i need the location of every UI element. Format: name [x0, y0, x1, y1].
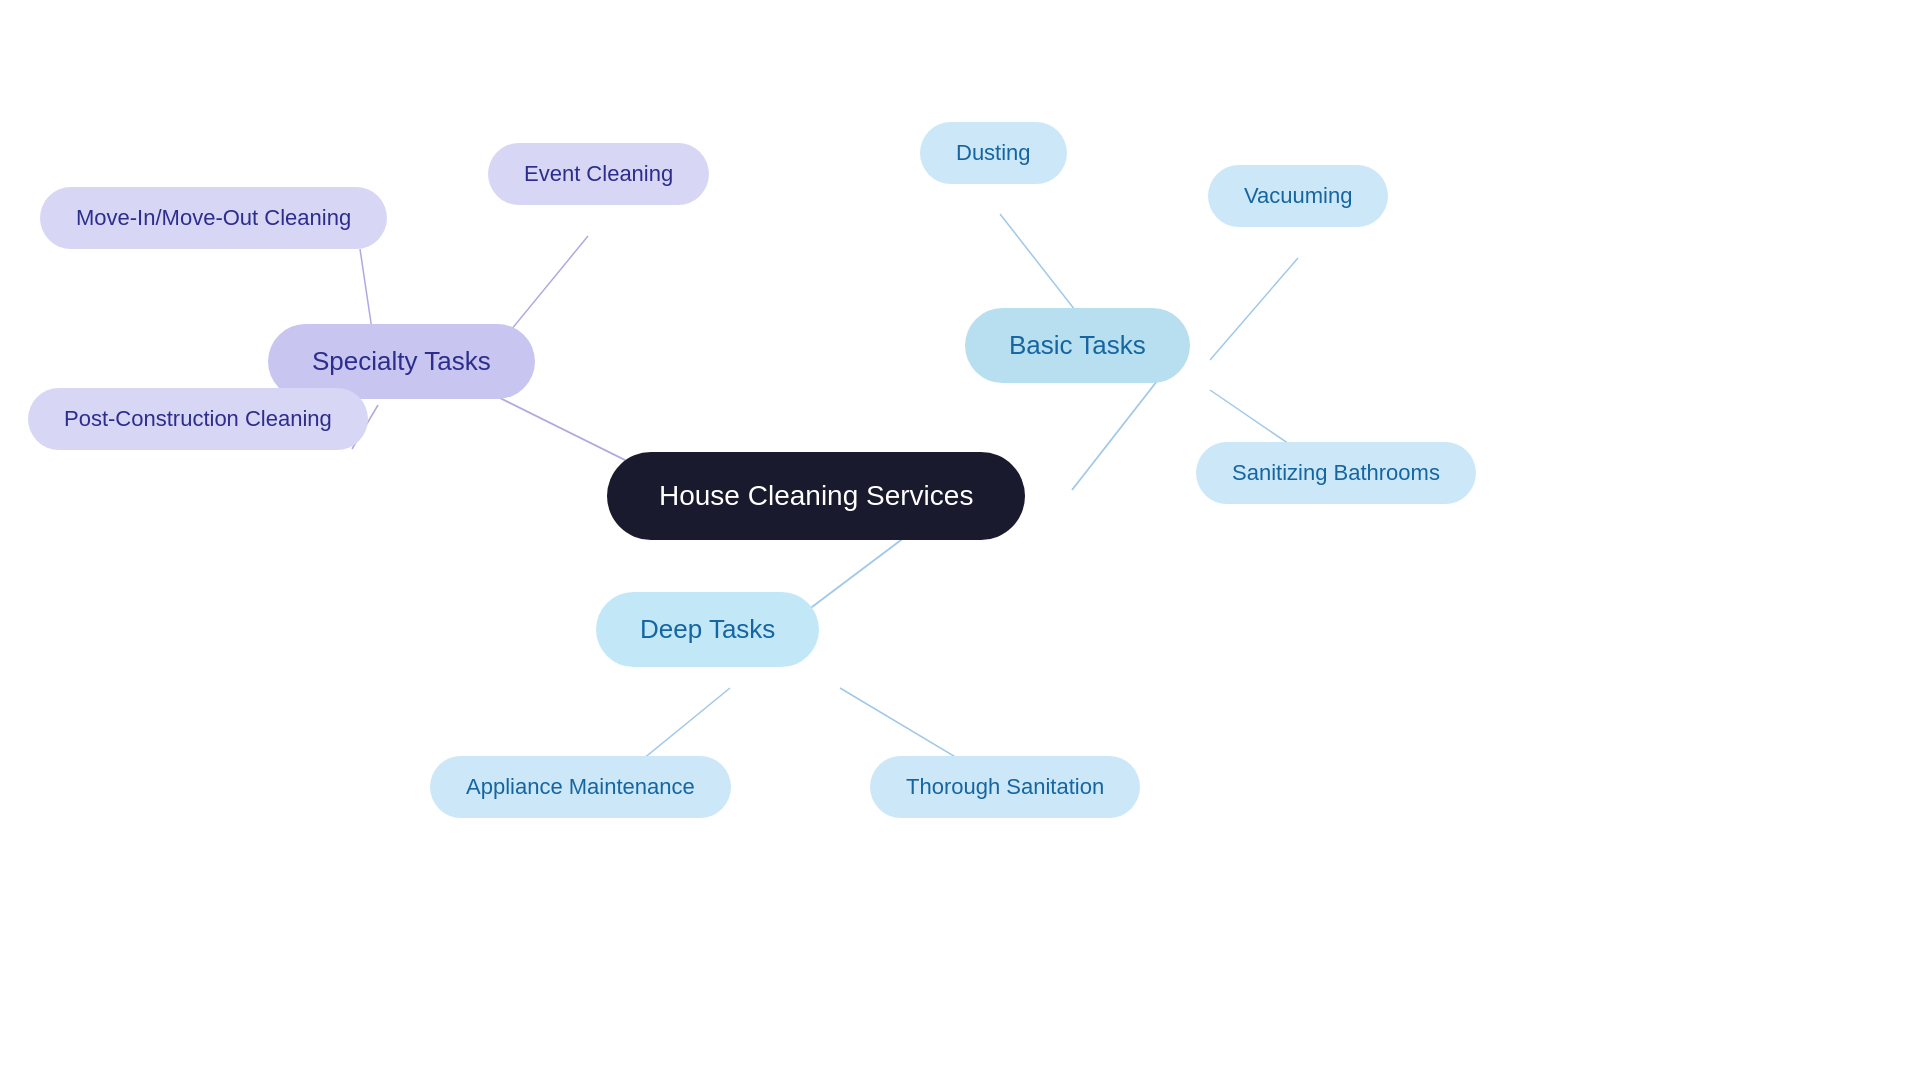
event-cleaning-node[interactable]: Event Cleaning: [488, 143, 709, 205]
dusting-node[interactable]: Dusting: [920, 122, 1067, 184]
appliance-maintenance-node[interactable]: Appliance Maintenance: [430, 756, 731, 818]
movein-moveout-node[interactable]: Move-In/Move-Out Cleaning: [40, 187, 387, 249]
sanitizing-bathrooms-node[interactable]: Sanitizing Bathrooms: [1196, 442, 1476, 504]
thorough-sanitation-node[interactable]: Thorough Sanitation: [870, 756, 1140, 818]
basic-tasks-node[interactable]: Basic Tasks: [965, 308, 1190, 383]
center-node[interactable]: House Cleaning Services: [607, 452, 1025, 540]
post-construction-node[interactable]: Post-Construction Cleaning: [28, 388, 368, 450]
deep-tasks-node[interactable]: Deep Tasks: [596, 592, 819, 667]
svg-line-1: [1072, 376, 1161, 490]
svg-line-7: [1210, 258, 1298, 360]
vacuuming-node[interactable]: Vacuuming: [1208, 165, 1388, 227]
